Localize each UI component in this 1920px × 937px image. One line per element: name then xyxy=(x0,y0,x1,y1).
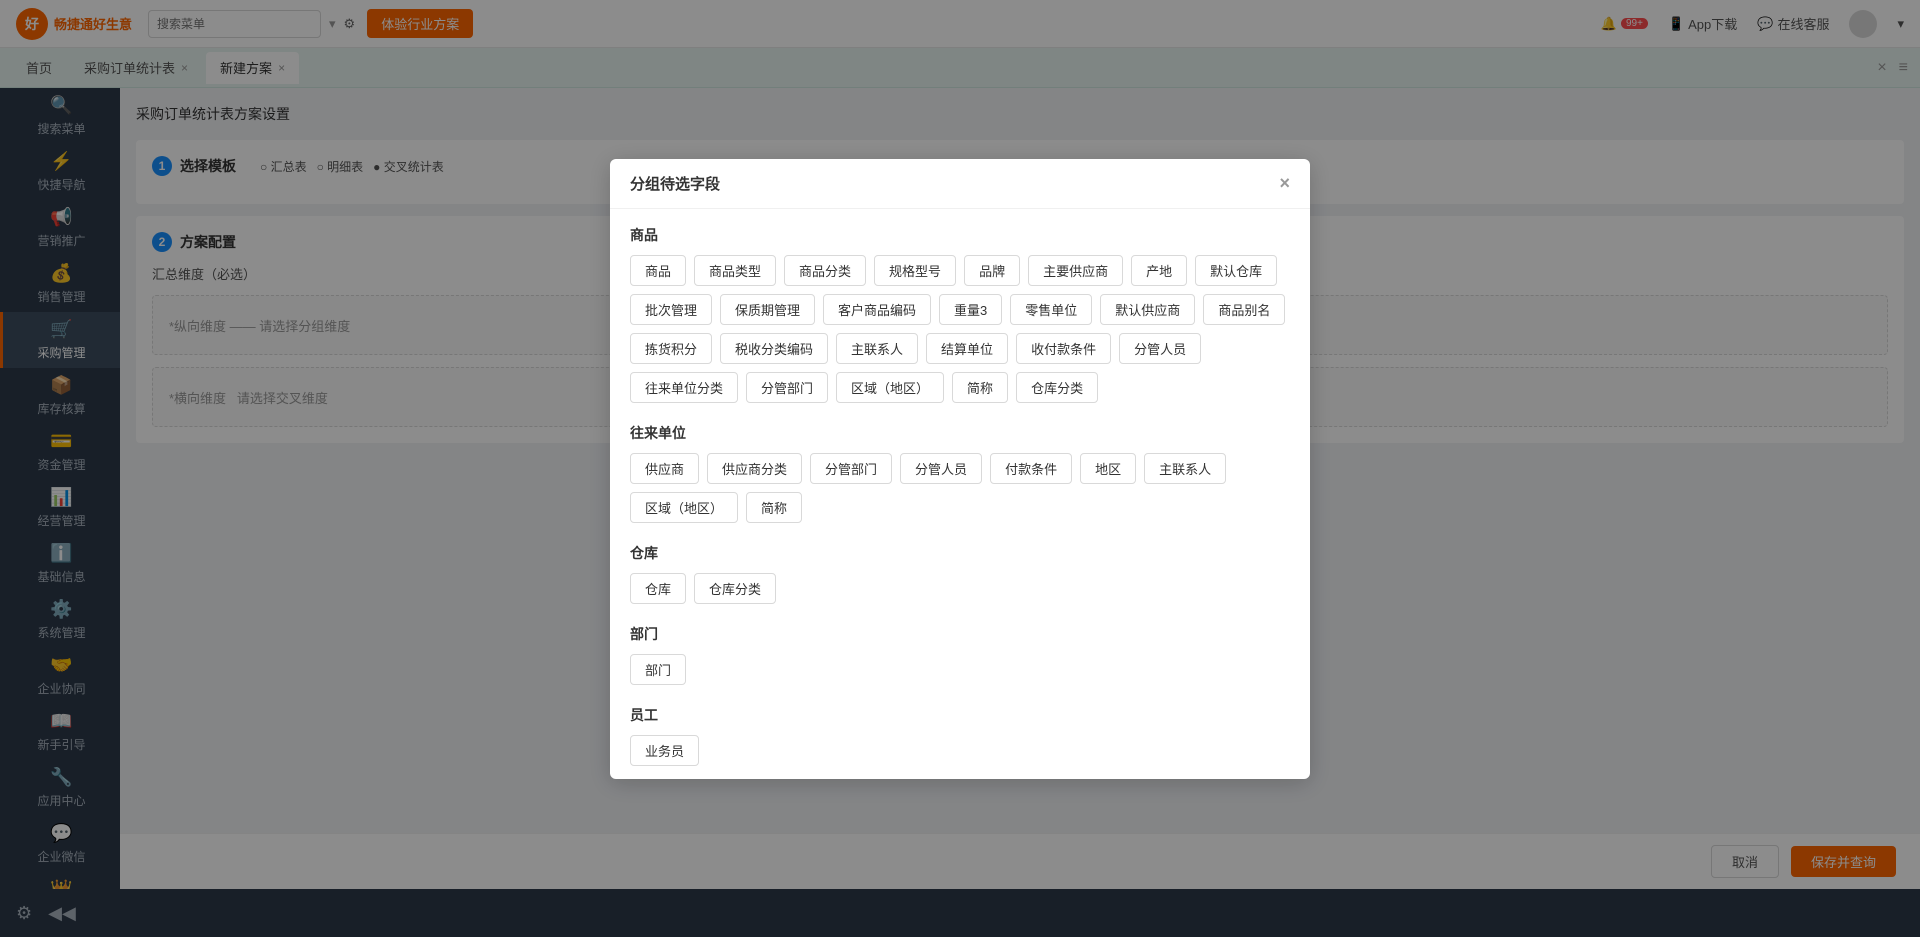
field-section-department: 部门部门 xyxy=(630,624,1290,685)
field-tag[interactable]: 主联系人 xyxy=(1144,453,1226,484)
field-tag[interactable]: 区域（地区） xyxy=(630,492,738,523)
field-select-dialog: 分组待选字段 × 商品商品商品类型商品分类规格型号品牌主要供应商产地默认仓库批次… xyxy=(610,159,1310,779)
dialog-body[interactable]: 商品商品商品类型商品分类规格型号品牌主要供应商产地默认仓库批次管理保质期管理客户… xyxy=(610,209,1310,779)
field-tag[interactable]: 往来单位分类 xyxy=(630,372,738,403)
field-tag[interactable]: 仓库分类 xyxy=(694,573,776,604)
field-section-product: 商品商品商品类型商品分类规格型号品牌主要供应商产地默认仓库批次管理保质期管理客户… xyxy=(630,225,1290,403)
field-tag[interactable]: 商品类型 xyxy=(694,255,776,286)
field-tag[interactable]: 部门 xyxy=(630,654,686,685)
field-section-partner: 往来单位供应商供应商分类分管部门分管人员付款条件地区主联系人区域（地区） 简称 xyxy=(630,423,1290,523)
field-section-warehouse: 仓库仓库仓库分类 xyxy=(630,543,1290,604)
field-tag[interactable]: 重量3 xyxy=(939,294,1002,325)
section-label-warehouse: 仓库 xyxy=(630,543,1290,563)
field-tag[interactable]: 主要供应商 xyxy=(1028,255,1123,286)
field-tag[interactable]: 客户商品编码 xyxy=(823,294,931,325)
field-tag[interactable]: 简称 xyxy=(952,372,1008,403)
field-tag[interactable]: 税收分类编码 xyxy=(720,333,828,364)
field-tag[interactable]: 分管人员 xyxy=(900,453,982,484)
dialog-close-button[interactable]: × xyxy=(1279,174,1290,192)
field-section-employee: 员工业务员 xyxy=(630,705,1290,766)
field-tag[interactable]: 付款条件 xyxy=(990,453,1072,484)
field-tag[interactable]: 区域（地区） xyxy=(836,372,944,403)
field-tags-employee: 业务员 xyxy=(630,735,1290,766)
field-tag[interactable]: 保质期管理 xyxy=(720,294,815,325)
field-tag[interactable]: 拣货积分 xyxy=(630,333,712,364)
field-tag[interactable]: 品牌 xyxy=(964,255,1020,286)
field-tags-product: 商品商品类型商品分类规格型号品牌主要供应商产地默认仓库批次管理保质期管理客户商品… xyxy=(630,255,1290,403)
field-tag[interactable]: 分管部门 xyxy=(746,372,828,403)
field-tag[interactable]: 供应商分类 xyxy=(707,453,802,484)
field-tag[interactable]: 零售单位 xyxy=(1010,294,1092,325)
field-tag[interactable]: 商品别名 xyxy=(1203,294,1285,325)
field-tag[interactable]: 供应商 xyxy=(630,453,699,484)
field-tags-partner: 供应商供应商分类分管部门分管人员付款条件地区主联系人区域（地区） 简称 xyxy=(630,453,1290,523)
section-label-department: 部门 xyxy=(630,624,1290,644)
field-tag[interactable]: 商品 xyxy=(630,255,686,286)
section-label-partner: 往来单位 xyxy=(630,423,1290,443)
field-tag[interactable]: 产地 xyxy=(1131,255,1187,286)
field-tag[interactable]: 分管人员 xyxy=(1119,333,1201,364)
field-tag[interactable]: 商品分类 xyxy=(784,255,866,286)
field-tags-department: 部门 xyxy=(630,654,1290,685)
field-tags-warehouse: 仓库仓库分类 xyxy=(630,573,1290,604)
field-tag[interactable]: 默认供应商 xyxy=(1100,294,1195,325)
dialog-title: 分组待选字段 xyxy=(630,173,720,194)
field-tag[interactable]: 仓库分类 xyxy=(1016,372,1098,403)
field-tag[interactable]: 简称 xyxy=(746,492,802,523)
dialog-overlay: 分组待选字段 × 商品商品商品类型商品分类规格型号品牌主要供应商产地默认仓库批次… xyxy=(0,0,1920,937)
field-tag[interactable]: 业务员 xyxy=(630,735,699,766)
field-tag[interactable]: 仓库 xyxy=(630,573,686,604)
field-tag[interactable]: 默认仓库 xyxy=(1195,255,1277,286)
field-tag[interactable]: 分管部门 xyxy=(810,453,892,484)
field-tag[interactable]: 主联系人 xyxy=(836,333,918,364)
dialog-header: 分组待选字段 × xyxy=(610,159,1310,209)
field-tag[interactable]: 收付款条件 xyxy=(1016,333,1111,364)
section-label-product: 商品 xyxy=(630,225,1290,245)
field-tag[interactable]: 结算单位 xyxy=(926,333,1008,364)
field-tag[interactable]: 批次管理 xyxy=(630,294,712,325)
section-label-employee: 员工 xyxy=(630,705,1290,725)
field-tag[interactable]: 地区 xyxy=(1080,453,1136,484)
field-tag[interactable]: 规格型号 xyxy=(874,255,956,286)
